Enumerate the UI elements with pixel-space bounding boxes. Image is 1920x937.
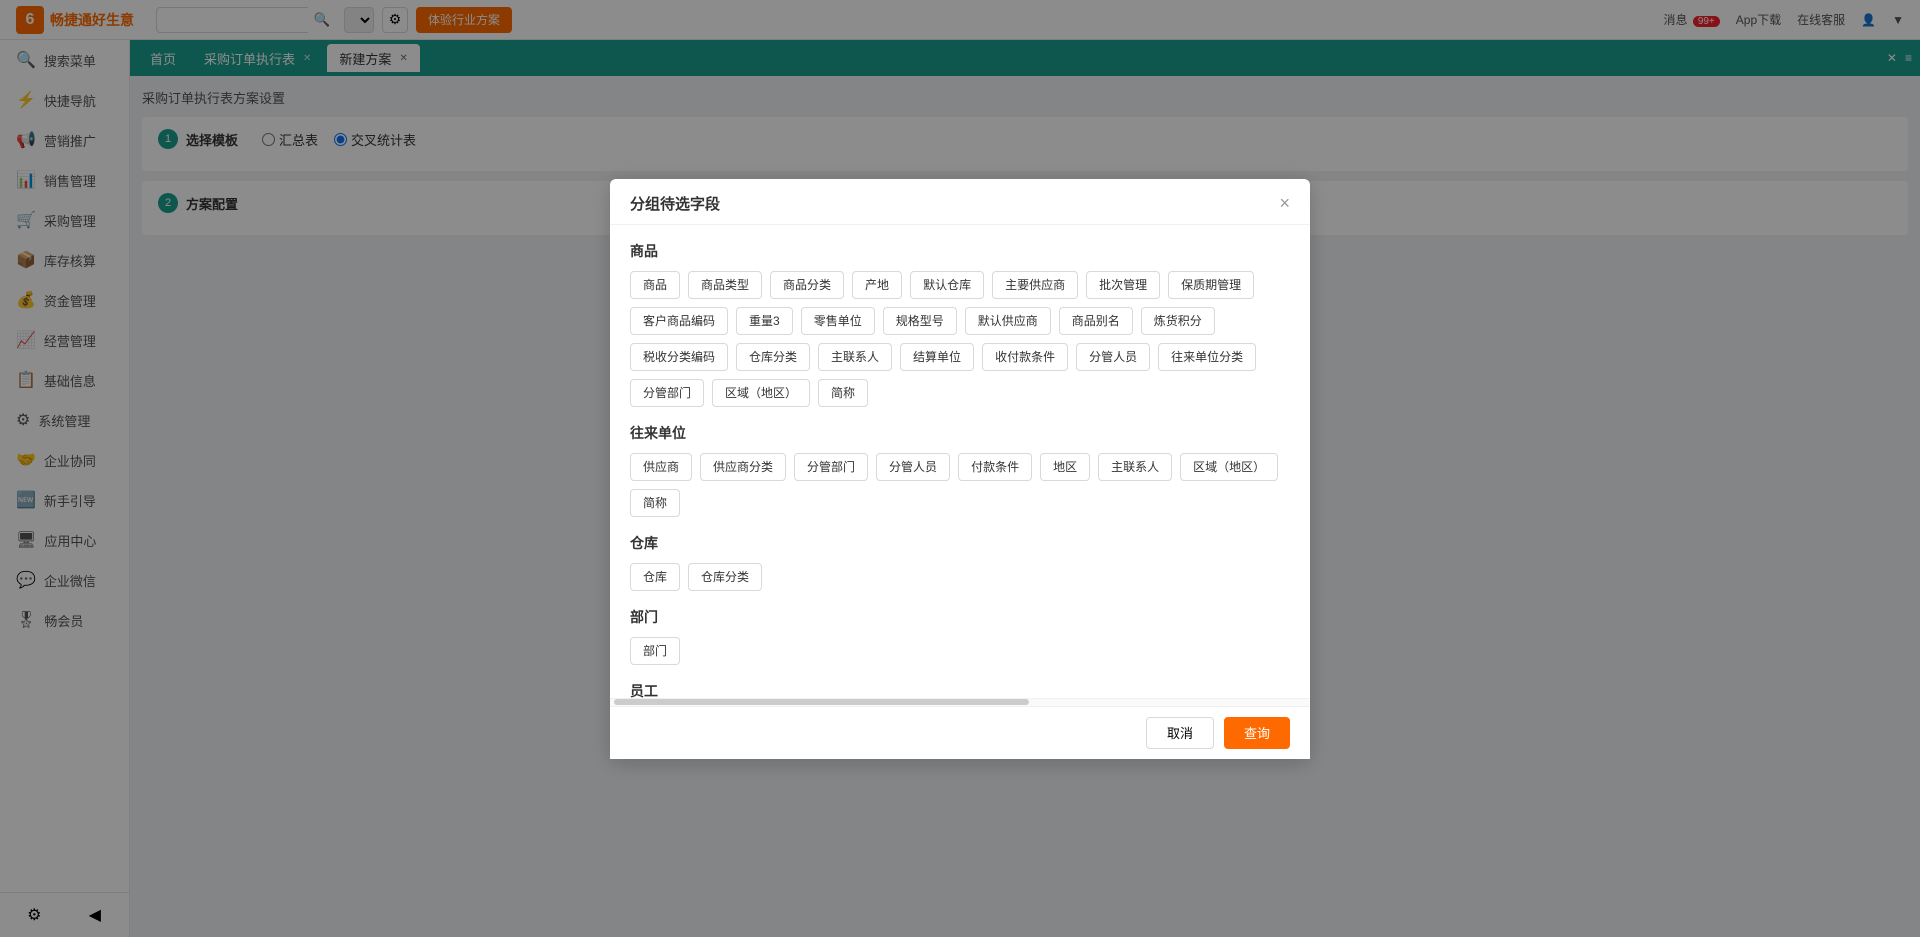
field-tag-1-2[interactable]: 分管部门 (794, 453, 868, 481)
modal-close-button[interactable]: × (1279, 193, 1290, 214)
field-section-title-0: 商品 (630, 241, 1290, 261)
field-tag-0-8[interactable]: 客户商品编码 (630, 307, 728, 335)
field-tag-0-7[interactable]: 保质期管理 (1168, 271, 1254, 299)
field-section-0: 商品商品商品类型商品分类产地默认仓库主要供应商批次管理保质期管理客户商品编码重量… (630, 241, 1290, 407)
field-tag-1-0[interactable]: 供应商 (630, 453, 692, 481)
modal-overlay[interactable]: 分组待选字段 × 商品商品商品类型商品分类产地默认仓库主要供应商批次管理保质期管… (0, 0, 1920, 937)
field-tag-0-5[interactable]: 主要供应商 (992, 271, 1078, 299)
modal-body: 商品商品商品类型商品分类产地默认仓库主要供应商批次管理保质期管理客户商品编码重量… (610, 225, 1310, 698)
field-tag-0-20[interactable]: 分管人员 (1076, 343, 1150, 371)
field-tag-2-0[interactable]: 仓库 (630, 563, 680, 591)
field-tag-0-9[interactable]: 重量3 (736, 307, 793, 335)
field-tag-2-1[interactable]: 仓库分类 (688, 563, 762, 591)
field-section-title-4: 员工 (630, 681, 1290, 698)
field-tag-1-4[interactable]: 付款条件 (958, 453, 1032, 481)
field-section-2: 仓库仓库仓库分类 (630, 533, 1290, 591)
field-tag-0-10[interactable]: 零售单位 (801, 307, 875, 335)
field-tags-1: 供应商供应商分类分管部门分管人员付款条件地区主联系人区域（地区） 简称 (630, 453, 1290, 517)
field-tag-0-13[interactable]: 商品别名 (1059, 307, 1133, 335)
modal: 分组待选字段 × 商品商品商品类型商品分类产地默认仓库主要供应商批次管理保质期管… (610, 179, 1310, 759)
field-section-title-3: 部门 (630, 607, 1290, 627)
field-tag-0-15[interactable]: 税收分类编码 (630, 343, 728, 371)
field-tag-1-6[interactable]: 主联系人 (1098, 453, 1172, 481)
field-tag-1-8[interactable]: 简称 (630, 489, 680, 517)
field-tag-0-6[interactable]: 批次管理 (1086, 271, 1160, 299)
field-tags-2: 仓库仓库分类 (630, 563, 1290, 591)
field-tag-0-18[interactable]: 结算单位 (900, 343, 974, 371)
field-tag-0-19[interactable]: 收付款条件 (982, 343, 1068, 371)
modal-footer: 取消 查询 (610, 706, 1310, 759)
field-tag-0-0[interactable]: 商品 (630, 271, 680, 299)
field-tag-0-23[interactable]: 区域（地区） (712, 379, 810, 407)
field-tag-0-3[interactable]: 产地 (852, 271, 902, 299)
field-tags-0: 商品商品类型商品分类产地默认仓库主要供应商批次管理保质期管理客户商品编码重量3 零… (630, 271, 1290, 407)
field-tag-0-4[interactable]: 默认仓库 (910, 271, 984, 299)
field-tag-0-17[interactable]: 主联系人 (818, 343, 892, 371)
field-tags-3: 部门 (630, 637, 1290, 665)
modal-header: 分组待选字段 × (610, 179, 1310, 225)
field-tag-1-5[interactable]: 地区 (1040, 453, 1090, 481)
field-tag-1-3[interactable]: 分管人员 (876, 453, 950, 481)
field-tag-0-22[interactable]: 分管部门 (630, 379, 704, 407)
modal-hscroll-bar (614, 699, 1029, 705)
field-section-1: 往来单位供应商供应商分类分管部门分管人员付款条件地区主联系人区域（地区） 简称 (630, 423, 1290, 517)
field-tag-0-24[interactable]: 简称 (818, 379, 868, 407)
modal-title: 分组待选字段 (630, 193, 720, 214)
field-tag-1-1[interactable]: 供应商分类 (700, 453, 786, 481)
field-section-title-2: 仓库 (630, 533, 1290, 553)
field-tag-0-1[interactable]: 商品类型 (688, 271, 762, 299)
confirm-button[interactable]: 查询 (1224, 717, 1290, 749)
field-tag-3-0[interactable]: 部门 (630, 637, 680, 665)
modal-hscroll (610, 698, 1310, 706)
field-section-3: 部门部门 (630, 607, 1290, 665)
field-section-title-1: 往来单位 (630, 423, 1290, 443)
field-tag-0-21[interactable]: 往来单位分类 (1158, 343, 1256, 371)
field-tag-0-12[interactable]: 默认供应商 (965, 307, 1051, 335)
field-tag-0-16[interactable]: 仓库分类 (736, 343, 810, 371)
cancel-button[interactable]: 取消 (1146, 717, 1214, 749)
field-section-4: 员工业务员 (630, 681, 1290, 698)
field-tag-0-11[interactable]: 规格型号 (883, 307, 957, 335)
field-tag-1-7[interactable]: 区域（地区） (1180, 453, 1278, 481)
field-tag-0-2[interactable]: 商品分类 (770, 271, 844, 299)
field-tag-0-14[interactable]: 炼货积分 (1141, 307, 1215, 335)
